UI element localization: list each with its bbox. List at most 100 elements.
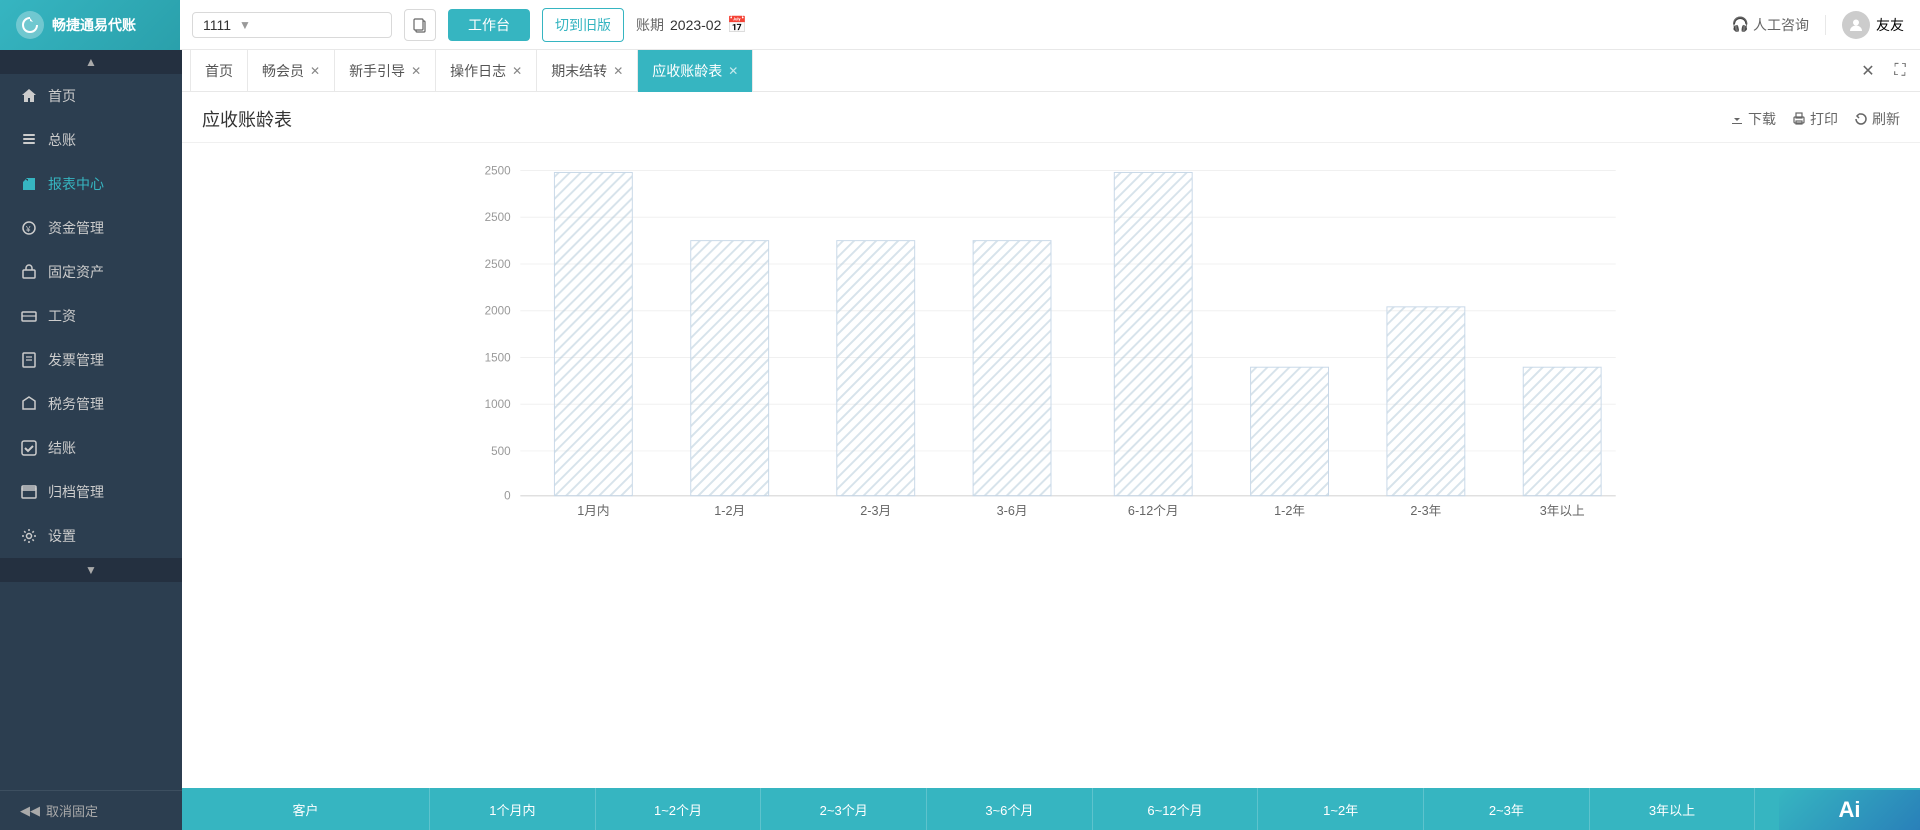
tab-bar: 首页 畅会员 ✕ 新手引导 ✕ 操作日志 ✕ 期末结转 ✕ 应收账龄表 ✕	[182, 50, 1920, 92]
svg-text:2500: 2500	[485, 258, 511, 271]
period-value: 2023-02	[670, 17, 721, 33]
download-label: 下载	[1748, 109, 1776, 129]
calendar-icon[interactable]: 📅	[727, 15, 747, 35]
th-12month: 1~2个月	[596, 788, 762, 830]
sidebar-label-funds: 资金管理	[48, 218, 104, 238]
th-customer: 客户	[182, 788, 430, 830]
download-button[interactable]: 下载	[1730, 109, 1776, 129]
chevron-down-icon: ▼	[239, 18, 251, 32]
logo-icon	[16, 11, 44, 39]
sidebar-label-home: 首页	[48, 86, 76, 106]
svg-text:1-2月: 1-2月	[714, 504, 745, 518]
svg-text:0: 0	[504, 490, 511, 503]
sidebar-item-funds[interactable]: ¥ 资金管理	[0, 206, 182, 250]
sidebar-label-ledger: 总账	[48, 130, 76, 150]
reports-icon	[20, 175, 38, 193]
home-icon	[20, 87, 38, 105]
copy-button[interactable]	[404, 9, 436, 41]
sidebar-scroll-down[interactable]: ▼	[0, 558, 182, 582]
cancel-fixed-button[interactable]: ◀◀ 取消固定	[0, 791, 182, 830]
tab-oplog[interactable]: 操作日志 ✕	[436, 50, 537, 92]
tab-period-end-label: 期末结转	[551, 61, 607, 81]
tab-oplog-close[interactable]: ✕	[512, 64, 522, 78]
table-header: 客户 1个月内 1~2个月 2~3个月 3~6个月 6~12个月 1~2年 2~…	[182, 788, 1920, 830]
svg-text:1月内: 1月内	[577, 504, 609, 518]
tab-ar-aging-close[interactable]: ✕	[728, 64, 738, 78]
svg-text:1500: 1500	[485, 351, 511, 364]
page-title: 应收账龄表	[202, 106, 292, 132]
ledger-icon	[20, 131, 38, 149]
print-button[interactable]: 打印	[1792, 109, 1838, 129]
th-23month: 2~3个月	[761, 788, 927, 830]
tab-period-end[interactable]: 期末结转 ✕	[537, 50, 638, 92]
th-12year: 1~2年	[1258, 788, 1424, 830]
svg-text:6-12个月: 6-12个月	[1128, 504, 1179, 518]
tab-member-close[interactable]: ✕	[310, 64, 320, 78]
tab-ar-aging[interactable]: 应收账龄表 ✕	[638, 50, 753, 92]
refresh-button[interactable]: 刷新	[1854, 109, 1900, 129]
ai-badge[interactable]: Ai	[1779, 790, 1920, 830]
sidebar-label-reports: 报表中心	[48, 174, 104, 194]
sidebar-item-invoice[interactable]: 发票管理	[0, 338, 182, 382]
tax-icon	[20, 395, 38, 413]
refresh-label: 刷新	[1872, 109, 1900, 129]
sidebar-label-tax: 税务管理	[48, 394, 104, 414]
close-all-button[interactable]: ✕	[1856, 59, 1880, 83]
avatar	[1842, 11, 1870, 39]
sidebar-item-settings[interactable]: 设置	[0, 514, 182, 558]
tab-ar-aging-label: 应收账龄表	[652, 61, 722, 81]
sidebar-item-assets[interactable]: 固定资产	[0, 250, 182, 294]
pin-icon: ◀◀	[20, 803, 40, 819]
sidebar-item-archive[interactable]: 归档管理	[0, 470, 182, 514]
workbench-button[interactable]: 工作台	[448, 9, 530, 41]
svg-text:2-3月: 2-3月	[860, 504, 891, 518]
main-layout: ▲ 首页 总账 报表中心 ¥ 资金管理	[0, 50, 1920, 830]
svg-text:1-2年: 1-2年	[1274, 504, 1305, 518]
tab-actions: ✕ ⛶	[1856, 59, 1912, 83]
bar-chart: 2500 2500 2500 2000 1500 1000 500 0	[202, 153, 1900, 523]
tab-home[interactable]: 首页	[190, 50, 248, 92]
company-selector[interactable]: 1111 ▼	[192, 12, 392, 38]
svg-text:¥: ¥	[25, 225, 31, 234]
svg-text:3年以上: 3年以上	[1540, 504, 1585, 518]
user-area[interactable]: 友友	[1842, 11, 1904, 39]
logo-area: 畅捷通易代账	[0, 0, 180, 50]
headset-icon: 🎧	[1732, 16, 1749, 33]
sidebar-item-tax[interactable]: 税务管理	[0, 382, 182, 426]
switch-old-button[interactable]: 切到旧版	[542, 8, 624, 42]
svg-text:2-3年: 2-3年	[1410, 504, 1441, 518]
period-area: 账期 2023-02 📅	[636, 15, 747, 35]
user-label: 友友	[1876, 15, 1904, 35]
maximize-button[interactable]: ⛶	[1888, 59, 1912, 83]
svg-text:3-6月: 3-6月	[997, 504, 1028, 518]
top-header: 畅捷通易代账 1111 ▼ 工作台 切到旧版 账期 2023-02 📅 🎧 人工…	[0, 0, 1920, 50]
header-divider	[1825, 15, 1826, 35]
sidebar-item-reports[interactable]: 报表中心	[0, 162, 182, 206]
sidebar-item-checkout[interactable]: 结账	[0, 426, 182, 470]
assets-icon	[20, 263, 38, 281]
checkout-icon	[20, 439, 38, 457]
sidebar-label-assets: 固定资产	[48, 262, 104, 282]
download-icon	[1730, 112, 1744, 126]
content-area: 首页 畅会员 ✕ 新手引导 ✕ 操作日志 ✕ 期末结转 ✕ 应收账龄表 ✕	[182, 50, 1920, 830]
th-36month: 3~6个月	[927, 788, 1093, 830]
tab-member-label: 畅会员	[262, 61, 304, 81]
tab-period-end-close[interactable]: ✕	[613, 64, 623, 78]
ai-label: Ai	[1839, 797, 1861, 823]
tab-member[interactable]: 畅会员 ✕	[248, 50, 335, 92]
chart-area: 2500 2500 2500 2000 1500 1000 500 0	[182, 143, 1920, 788]
sidebar-scroll-up[interactable]: ▲	[0, 50, 182, 74]
payroll-icon	[20, 307, 38, 325]
th-23year: 2~3年	[1424, 788, 1590, 830]
sidebar-item-payroll[interactable]: 工资	[0, 294, 182, 338]
th-612month: 6~12个月	[1093, 788, 1259, 830]
tab-home-label: 首页	[205, 61, 233, 81]
svg-text:2000: 2000	[485, 305, 511, 318]
tab-guide-label: 新手引导	[349, 61, 405, 81]
tab-guide-close[interactable]: ✕	[411, 64, 421, 78]
page-actions: 下载 打印 刷新	[1730, 109, 1900, 129]
sidebar-item-home[interactable]: 首页	[0, 74, 182, 118]
tab-guide[interactable]: 新手引导 ✕	[335, 50, 436, 92]
consult-button[interactable]: 🎧 人工咨询	[1732, 15, 1809, 35]
sidebar-item-ledger[interactable]: 总账	[0, 118, 182, 162]
